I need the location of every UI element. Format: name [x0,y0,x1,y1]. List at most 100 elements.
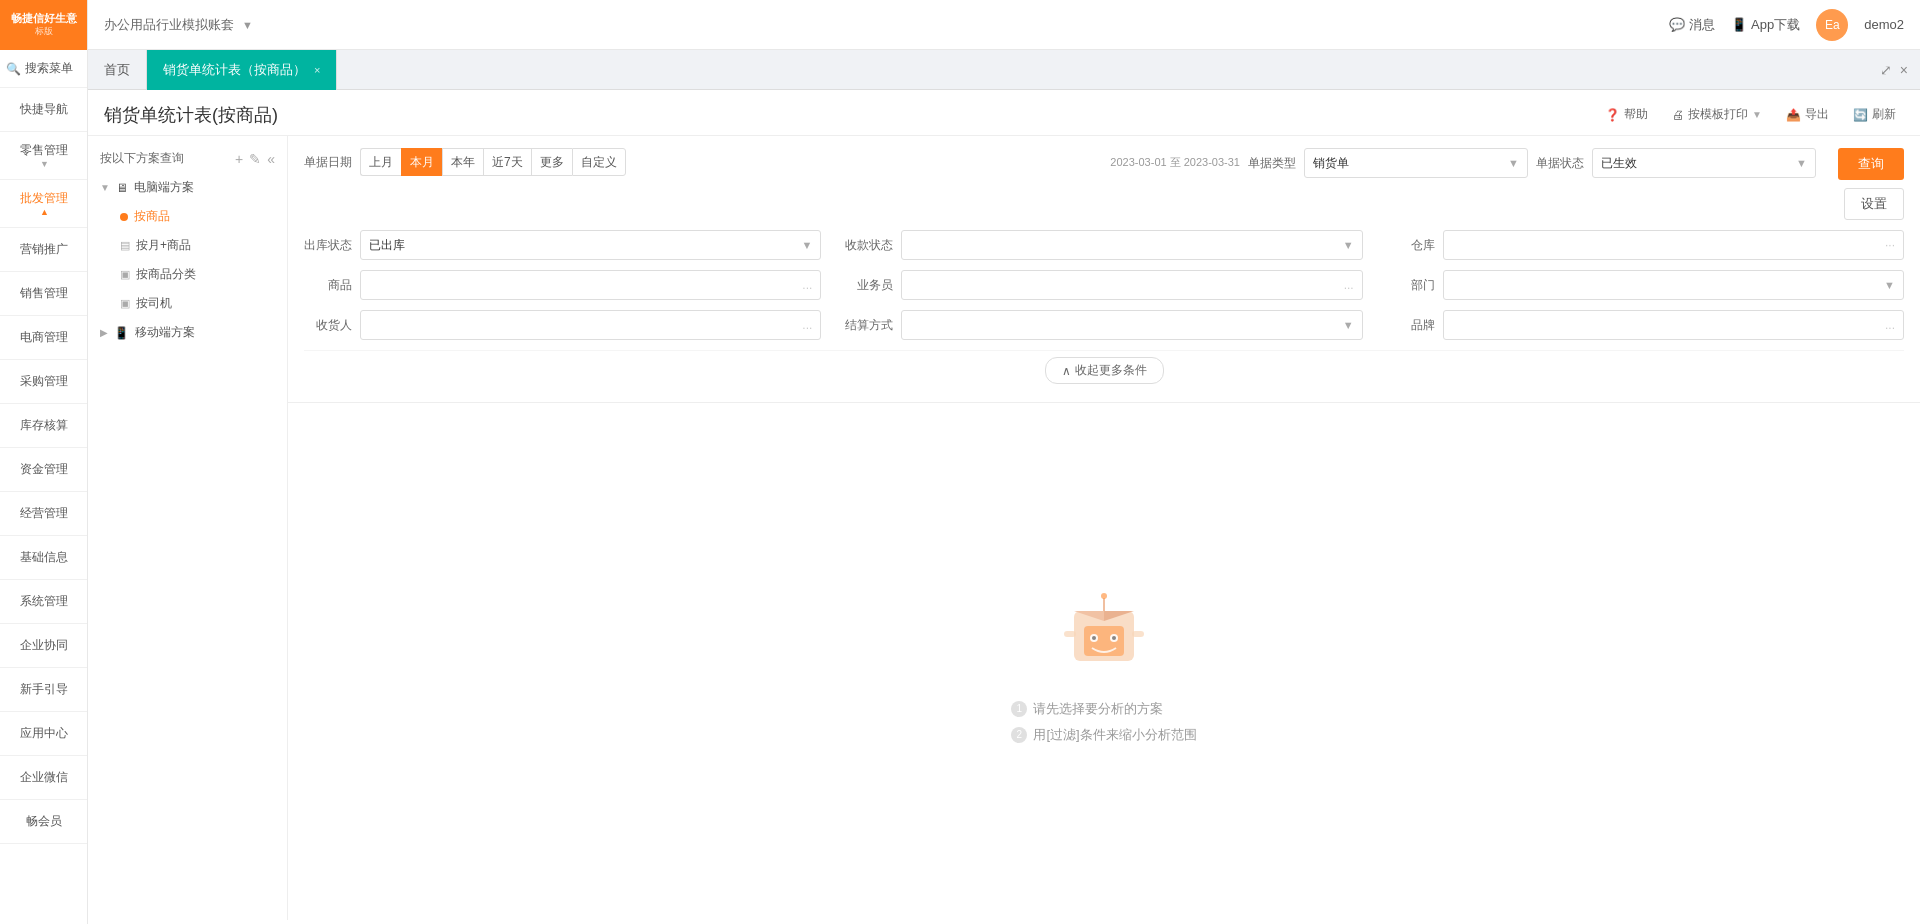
tree-item-by-category[interactable]: ▣ 按商品分类 [104,260,287,289]
receipt-status-arrow: ▼ [1343,239,1354,251]
goods-control[interactable]: ... [360,270,821,300]
template-print-btn[interactable]: 🖨 按模板打印 ▼ [1664,102,1770,127]
period-custom[interactable]: 自定义 [572,148,626,176]
sidebar-item-inventory[interactable]: 库存核算 [0,404,87,448]
page-title-bar: 销货单统计表(按商品) ❓ 帮助 🖨 按模板打印 ▼ 📤 导出 🔄 刷新 [88,90,1920,136]
collapse-row: ∧ 收起更多条件 [304,350,1904,390]
query-btn[interactable]: 查询 [1838,148,1904,180]
sidebar-item-newbie[interactable]: 新手引导 [0,668,87,712]
tree-item-by-driver-label: 按司机 [136,295,172,312]
edit-scheme-btn[interactable]: ✎ [249,151,261,167]
tree-item-by-month-goods-label: 按月+商品 [136,237,191,254]
operations-label: 经营管理 [20,505,68,522]
date-label: 单据日期 [304,154,360,171]
sidebar-item-member[interactable]: 畅会员 [0,800,87,844]
tab-close-icon[interactable]: × [314,64,320,76]
app-download-label: App下载 [1751,16,1800,34]
settlement-control[interactable]: ▼ [901,310,1362,340]
user-avatar[interactable]: Ea [1816,9,1848,41]
sidebar-item-enterprise[interactable]: 企业协同 [0,624,87,668]
period-this-month[interactable]: 本月 [401,148,442,176]
settlement-arrow: ▼ [1343,319,1354,331]
doc-status-control[interactable]: 已生效 ▼ [1592,148,1816,178]
goods-dots: ... [802,278,812,292]
warehouse-control[interactable]: ··· [1443,230,1904,260]
tip-item-2: 2 用[过滤]条件来缩小分析范围 [1011,722,1196,748]
warehouse-field: 仓库 ··· [1387,230,1904,260]
sidebar-item-retail[interactable]: 零售管理 ▼ [0,132,87,180]
help-btn[interactable]: ❓ 帮助 [1597,102,1656,127]
sidebar-item-basics[interactable]: 基础信息 [0,536,87,580]
period-last-month[interactable]: 上月 [360,148,401,176]
sidebar-item-wholesale[interactable]: 批发管理 ▲ [0,180,87,228]
refresh-btn[interactable]: 🔄 刷新 [1845,102,1904,127]
tree-item-by-goods[interactable]: 按商品 [104,202,287,231]
download-icon: 📱 [1731,17,1747,32]
dept-field: 部门 ▼ [1387,270,1904,300]
sidebar-item-marketing[interactable]: 营销推广 [0,228,87,272]
desktop-icon: 🖥 [116,181,128,195]
date-range-display: 2023-03-01 至 2023-03-31 [1110,155,1240,170]
period-this-year[interactable]: 本年 [442,148,483,176]
goods-field: 商品 ... [304,270,821,300]
sidebar-item-purchase[interactable]: 采购管理 [0,360,87,404]
tip-text-2: 用[过滤]条件来缩小分析范围 [1033,722,1196,748]
period-last-7-days[interactable]: 近7天 [483,148,531,176]
user-name: demo2 [1864,17,1904,32]
top-header: 办公用品行业模拟账套 ▼ 💬 消息 📱 App下载 Ea demo2 [88,0,1920,50]
tab-closewindow-icon[interactable]: × [1900,62,1908,78]
sidebar-item-wechat[interactable]: 企业微信 [0,756,87,800]
salesman-label: 业务员 [845,277,901,294]
app-download-btn[interactable]: 📱 App下载 [1731,16,1800,34]
collapse-panel-btn[interactable]: « [267,151,275,167]
retail-label: 零售管理 [20,142,68,159]
tree-item-by-month-goods[interactable]: ▤ 按月+商品 [104,231,287,260]
left-panel-actions: + ✎ « [235,151,275,167]
sidebar-item-appstore[interactable]: 应用中心 [0,712,87,756]
receipt-status-control[interactable]: ▼ [901,230,1362,260]
refresh-label: 刷新 [1872,106,1896,123]
doc-type-label: 单据类型 [1248,155,1304,172]
ecommerce-label: 电商管理 [20,329,68,346]
inventory-label: 库存核算 [20,417,68,434]
sidebar-search[interactable]: 🔍 搜索菜单 [0,50,87,88]
settings-btn[interactable]: 设置 [1844,188,1904,220]
salesman-control[interactable]: ... [901,270,1362,300]
tab-home[interactable]: 首页 [88,50,147,90]
appstore-label: 应用中心 [20,725,68,742]
out-status-control[interactable]: 已出库 ▼ [360,230,821,260]
tab-active[interactable]: 销货单统计表（按商品） × [147,50,337,90]
tree-item-by-driver[interactable]: ▣ 按司机 [104,289,287,318]
sidebar-item-sales[interactable]: 销售管理 [0,272,87,316]
wechat-label: 企业微信 [20,769,68,786]
settlement-label: 结算方式 [845,317,901,334]
messages-btn[interactable]: 💬 消息 [1669,16,1715,34]
dept-control[interactable]: ▼ [1443,270,1904,300]
doc-type-control[interactable]: 销货单 ▼ [1304,148,1528,178]
export-btn[interactable]: 📤 导出 [1778,102,1837,127]
tip-item-1: 1 请先选择要分析的方案 [1011,696,1196,722]
empty-icon [1054,576,1154,676]
sidebar-item-system[interactable]: 系统管理 [0,580,87,624]
collapse-btn[interactable]: ∧ 收起更多条件 [1045,357,1164,384]
tree-parent-desktop[interactable]: ▼ 🖥 电脑端方案 [88,173,287,202]
period-more[interactable]: 更多 [531,148,572,176]
brand-control[interactable]: ... [1443,310,1904,340]
print-dropdown-arrow[interactable]: ▼ [1752,109,1762,120]
tree-parent-mobile[interactable]: ▶ 📱 移动端方案 [88,318,287,347]
dept-arrow: ▼ [1884,279,1895,291]
sidebar-item-quick-nav[interactable]: 快捷导航 [0,88,87,132]
industry-dropdown-arrow[interactable]: ▼ [242,19,253,31]
sidebar-item-ecommerce[interactable]: 电商管理 [0,316,87,360]
sidebar-item-finance[interactable]: 资金管理 [0,448,87,492]
mobile-icon: 📱 [114,326,129,340]
add-scheme-btn[interactable]: + [235,151,243,167]
header-right: 💬 消息 📱 App下载 Ea demo2 [1669,9,1904,41]
sidebar-item-operations[interactable]: 经营管理 [0,492,87,536]
help-label: 帮助 [1624,106,1648,123]
export-label: 导出 [1805,106,1829,123]
tab-home-label: 首页 [104,61,130,79]
tab-maximize-icon[interactable]: ⤢ [1880,62,1892,78]
date-period-selector: 上月 本月 本年 近7天 [360,148,1098,176]
consignee-control[interactable]: ... [360,310,821,340]
